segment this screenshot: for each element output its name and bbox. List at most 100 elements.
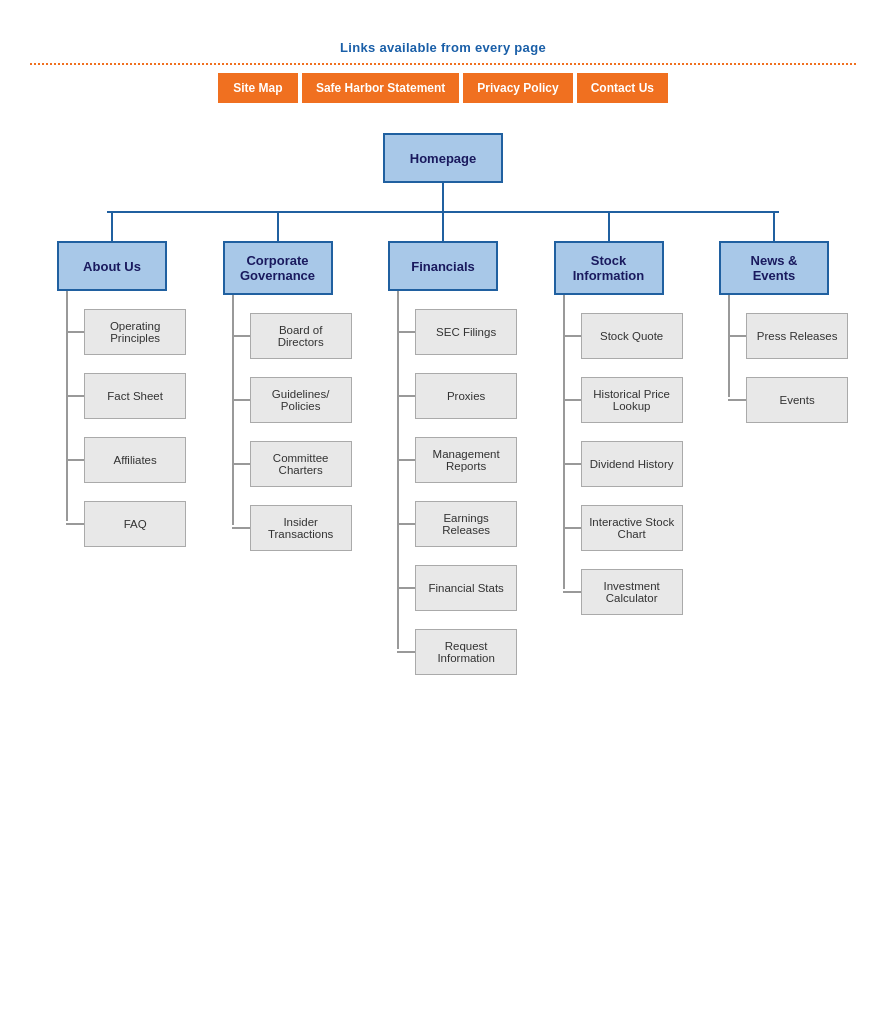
investment-calculator-node[interactable]: Investment Calculator bbox=[581, 569, 683, 615]
contact-us-button[interactable]: Contact Us bbox=[577, 73, 668, 103]
ev-h-connector bbox=[728, 399, 746, 401]
investment-calculator-row: Investment Calculator bbox=[535, 569, 683, 615]
stock-information-column: Stock Information Stock Quote Historical… bbox=[535, 213, 683, 675]
committee-charters-row: Committee Charters bbox=[204, 441, 352, 487]
privacy-policy-button[interactable]: Privacy Policy bbox=[463, 73, 572, 103]
financial-stats-row: Financial Stats bbox=[369, 565, 517, 611]
fact-sheet-row: Fact Sheet bbox=[38, 373, 186, 419]
about-us-column: About Us Operating Principles Fact Sheet bbox=[38, 213, 186, 675]
corporate-governance-node[interactable]: Corporate Governance bbox=[223, 241, 333, 295]
events-node[interactable]: Events bbox=[746, 377, 848, 423]
affiliates-row: Affiliates bbox=[38, 437, 186, 483]
press-releases-node[interactable]: Press Releases bbox=[746, 313, 848, 359]
historical-price-row: Historical Price Lookup bbox=[535, 377, 683, 423]
sitemap-tree: Homepage About Us bbox=[33, 133, 853, 675]
homepage-node[interactable]: Homepage bbox=[383, 133, 503, 183]
management-reports-row: Management Reports bbox=[369, 437, 517, 483]
hp-h-connector bbox=[563, 399, 581, 401]
financial-stats-node[interactable]: Financial Stats bbox=[415, 565, 517, 611]
corp-gov-left-vline bbox=[232, 295, 234, 525]
stock-quote-node[interactable]: Stock Quote bbox=[581, 313, 683, 359]
op-h-connector bbox=[66, 331, 84, 333]
financials-children-wrap: SEC Filings Proxies Management Reports E… bbox=[369, 291, 517, 675]
top-h-bar bbox=[107, 211, 779, 213]
corp-gov-children-wrap: Board of Directors Guidelines/ Policies … bbox=[204, 295, 352, 551]
fst-h-connector bbox=[397, 587, 415, 589]
fs-h-connector bbox=[66, 395, 84, 397]
earnings-releases-node[interactable]: Earnings Releases bbox=[415, 501, 517, 547]
operating-principles-node[interactable]: Operating Principles bbox=[84, 309, 186, 355]
dividend-history-row: Dividend History bbox=[535, 441, 683, 487]
gl-h-connector bbox=[232, 399, 250, 401]
site-map-button[interactable]: Site Map bbox=[218, 73, 298, 103]
top-links-section: Links available from every page Site Map… bbox=[30, 40, 856, 103]
board-directors-node[interactable]: Board of Directors bbox=[250, 313, 352, 359]
affiliates-node[interactable]: Affiliates bbox=[84, 437, 186, 483]
about-us-down-connector bbox=[111, 213, 113, 241]
about-us-children-wrap: Operating Principles Fact Sheet Affiliat… bbox=[38, 291, 186, 547]
categories-row: About Us Operating Principles Fact Sheet bbox=[33, 213, 853, 675]
financials-down-connector bbox=[442, 213, 444, 241]
insider-transactions-row: Insider Transactions bbox=[204, 505, 352, 551]
guidelines-row: Guidelines/ Policies bbox=[204, 377, 352, 423]
cc-h-connector bbox=[232, 463, 250, 465]
homepage-row: Homepage bbox=[33, 133, 853, 183]
stock-quote-row: Stock Quote bbox=[535, 313, 683, 359]
prx-h-connector bbox=[397, 395, 415, 397]
insider-transactions-node[interactable]: Insider Transactions bbox=[250, 505, 352, 551]
stock-info-left-vline bbox=[563, 295, 565, 589]
dotted-divider bbox=[30, 63, 856, 65]
dividend-history-node[interactable]: Dividend History bbox=[581, 441, 683, 487]
guidelines-node[interactable]: Guidelines/ Policies bbox=[250, 377, 352, 423]
faq-node[interactable]: FAQ bbox=[84, 501, 186, 547]
isc-h-connector bbox=[563, 527, 581, 529]
faq-row: FAQ bbox=[38, 501, 186, 547]
ic-h-connector bbox=[563, 591, 581, 593]
historical-price-node[interactable]: Historical Price Lookup bbox=[581, 377, 683, 423]
safe-harbor-button[interactable]: Safe Harbor Statement bbox=[302, 73, 459, 103]
stock-info-down-connector bbox=[608, 213, 610, 241]
press-releases-row: Press Releases bbox=[700, 313, 848, 359]
homepage-down-connector bbox=[33, 183, 853, 211]
news-events-down-connector bbox=[773, 213, 775, 241]
operating-principles-row: Operating Principles bbox=[38, 309, 186, 355]
board-directors-row: Board of Directors bbox=[204, 313, 352, 359]
stock-information-node[interactable]: Stock Information bbox=[554, 241, 664, 295]
interactive-stock-node[interactable]: Interactive Stock Chart bbox=[581, 505, 683, 551]
proxies-row: Proxies bbox=[369, 373, 517, 419]
management-reports-node[interactable]: Management Reports bbox=[415, 437, 517, 483]
news-events-column: News & Events Press Releases Events bbox=[700, 213, 848, 675]
dh-h-connector bbox=[563, 463, 581, 465]
it-h-connector bbox=[232, 527, 250, 529]
sq-h-connector bbox=[563, 335, 581, 337]
links-title: Links available from every page bbox=[30, 40, 856, 55]
mr-h-connector bbox=[397, 459, 415, 461]
financials-column: Financials SEC Filings Proxies Managemen… bbox=[369, 213, 517, 675]
ri-h-connector bbox=[397, 651, 415, 653]
financials-node[interactable]: Financials bbox=[388, 241, 498, 291]
sec-filings-row: SEC Filings bbox=[369, 309, 517, 355]
sec-h-connector bbox=[397, 331, 415, 333]
about-us-node[interactable]: About Us bbox=[57, 241, 167, 291]
sec-filings-node[interactable]: SEC Filings bbox=[415, 309, 517, 355]
aff-h-connector bbox=[66, 459, 84, 461]
earnings-releases-row: Earnings Releases bbox=[369, 501, 517, 547]
top-h-bar-container bbox=[33, 211, 853, 213]
page-wrapper: Links available from every page Site Map… bbox=[20, 20, 866, 695]
request-info-node[interactable]: Request Information bbox=[415, 629, 517, 675]
er-h-connector bbox=[397, 523, 415, 525]
committee-charters-node[interactable]: Committee Charters bbox=[250, 441, 352, 487]
fact-sheet-node[interactable]: Fact Sheet bbox=[84, 373, 186, 419]
top-links-buttons: Site Map Safe Harbor Statement Privacy P… bbox=[30, 73, 856, 103]
pr-h-connector bbox=[728, 335, 746, 337]
corporate-governance-column: Corporate Governance Board of Directors … bbox=[204, 213, 352, 675]
corp-gov-down-connector bbox=[277, 213, 279, 241]
faq-h-connector bbox=[66, 523, 84, 525]
interactive-stock-row: Interactive Stock Chart bbox=[535, 505, 683, 551]
about-us-left-vline bbox=[66, 291, 68, 521]
homepage-down-line bbox=[442, 183, 444, 211]
stock-info-children-wrap: Stock Quote Historical Price Lookup Divi… bbox=[535, 295, 683, 615]
proxies-node[interactable]: Proxies bbox=[415, 373, 517, 419]
news-events-node[interactable]: News & Events bbox=[719, 241, 829, 295]
events-row: Events bbox=[700, 377, 848, 423]
